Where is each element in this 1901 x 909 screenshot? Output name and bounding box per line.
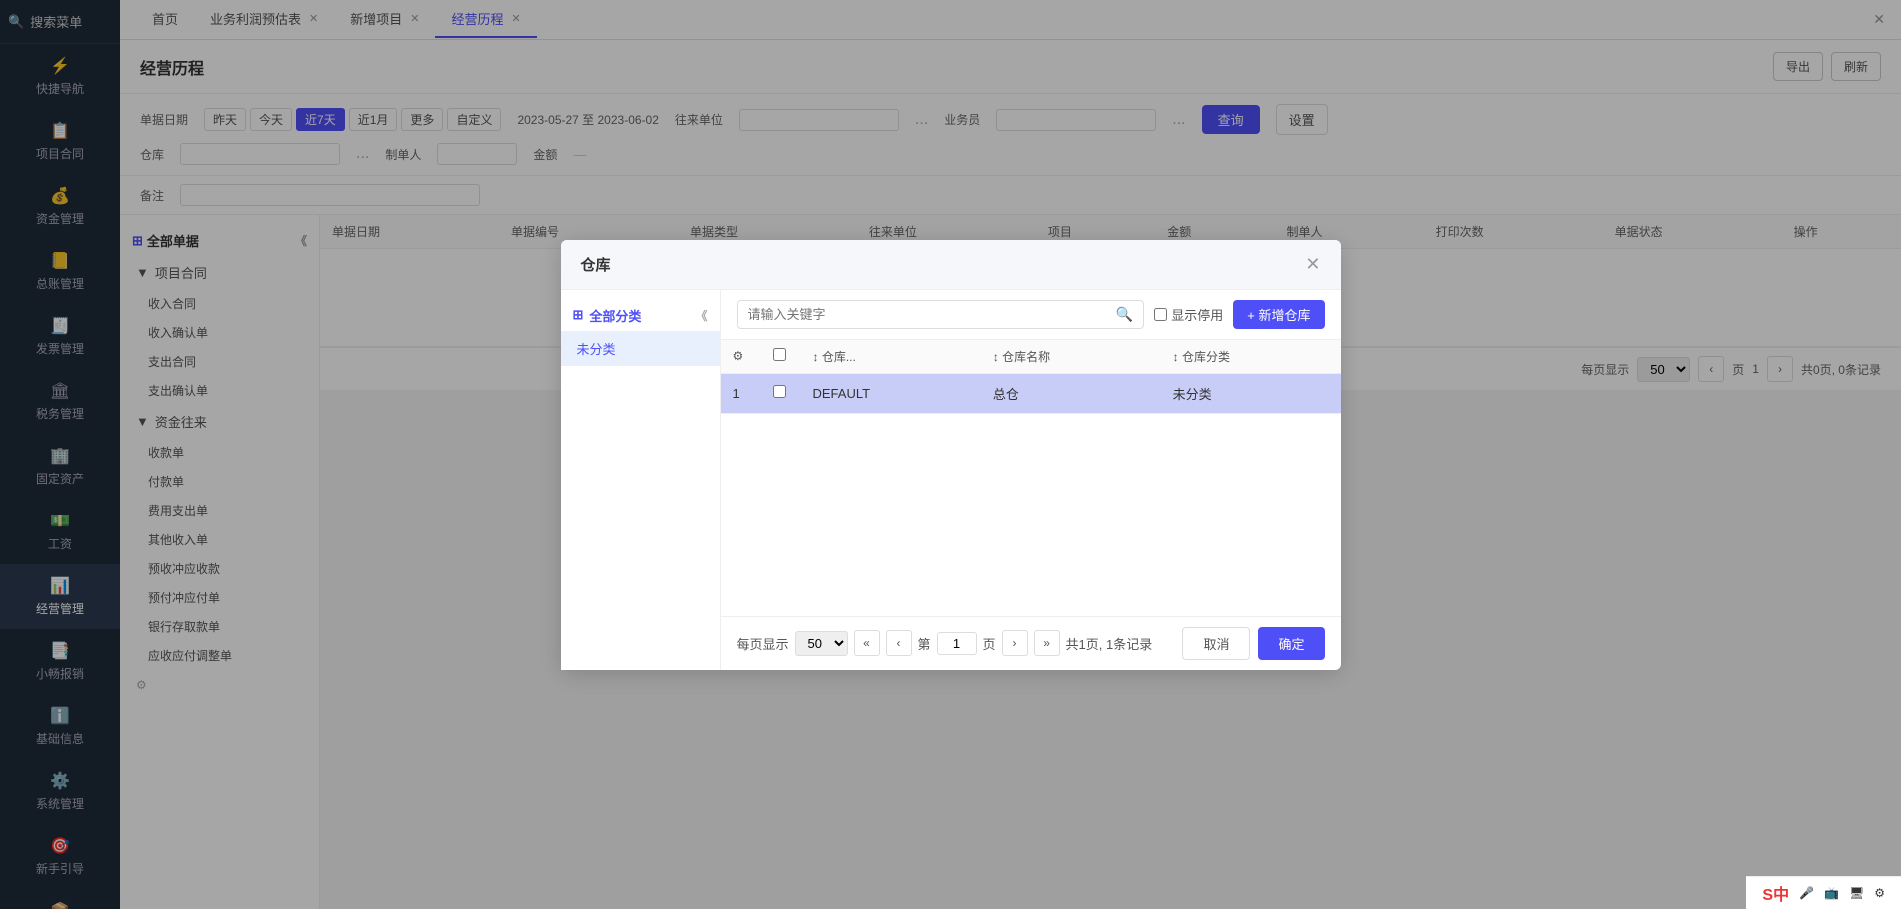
modal-first-page-btn[interactable]: « bbox=[854, 630, 880, 656]
modal-footer: 每页显示 50 « ‹ 第 页 › » 共1页, 1条记录 取消 确定 bbox=[721, 616, 1341, 670]
show-disabled-checkbox[interactable] bbox=[1154, 308, 1167, 321]
taskbar-bottom: S中 🎤 📺 🖥 ⚙ bbox=[1746, 876, 1901, 909]
taskbar-logo: S中 bbox=[1762, 881, 1789, 905]
show-disabled-checkbox-label[interactable]: 显示停用 bbox=[1154, 305, 1223, 324]
th-warehouse-code: ↕ 仓库... bbox=[801, 340, 981, 374]
modal-per-page-select[interactable]: 50 bbox=[795, 631, 848, 656]
modal-table-container: ⚙ ↕ 仓库... ↕ 仓库名称 bbox=[721, 340, 1341, 616]
taskbar-icon-mic[interactable]: 🎤 bbox=[1799, 886, 1814, 900]
cell-name: 总仓 bbox=[981, 373, 1161, 413]
modal-page-suffix: 页 bbox=[983, 634, 996, 653]
modal-prev-page-btn[interactable]: ‹ bbox=[886, 630, 912, 656]
modal-left-all-categories[interactable]: ⊞ 全部分类 《 bbox=[561, 300, 720, 331]
cell-code: DEFAULT bbox=[801, 373, 981, 413]
taskbar-icon-monitor[interactable]: 🖥 bbox=[1849, 886, 1864, 900]
select-all-checkbox[interactable] bbox=[773, 348, 786, 361]
modal-left-collapse[interactable]: 《 bbox=[695, 307, 707, 324]
cell-category: 未分类 bbox=[1161, 373, 1341, 413]
modal-search-box: 🔍 bbox=[737, 300, 1145, 329]
th-checkbox bbox=[761, 340, 801, 374]
modal-close-button[interactable]: ✕ bbox=[1305, 254, 1320, 275]
warehouse-table: ⚙ ↕ 仓库... ↕ 仓库名称 bbox=[721, 340, 1341, 414]
modal-header: 仓库 ✕ bbox=[561, 240, 1341, 290]
th-settings: ⚙ bbox=[721, 340, 761, 374]
modal-confirm-button[interactable]: 确定 bbox=[1258, 627, 1324, 660]
modal-last-page-btn[interactable]: » bbox=[1034, 630, 1060, 656]
modal-cancel-button[interactable]: 取消 bbox=[1182, 627, 1250, 660]
taskbar-icon-more[interactable]: ⚙ bbox=[1874, 886, 1885, 900]
modal-next-page-btn[interactable]: › bbox=[1002, 630, 1028, 656]
warehouse-modal: 仓库 ✕ ⊞ 全部分类 《 未分类 🔍 显示停用 bbox=[561, 240, 1341, 670]
modal-body: ⊞ 全部分类 《 未分类 🔍 显示停用 + 新增仓库 bbox=[561, 290, 1341, 670]
modal-search-button[interactable]: 🔍 bbox=[1106, 301, 1143, 328]
modal-per-page-label: 每页显示 bbox=[737, 634, 789, 653]
cell-checkbox bbox=[761, 373, 801, 413]
modal-action-buttons: 取消 确定 bbox=[1182, 627, 1324, 660]
modal-search-input[interactable] bbox=[738, 302, 1106, 327]
all-categories-label: 全部分类 bbox=[589, 306, 641, 325]
modal-page-input[interactable] bbox=[937, 632, 977, 655]
modal-page-label: 第 bbox=[918, 634, 931, 653]
grid-icon-modal: ⊞ bbox=[573, 307, 584, 323]
modal-left-item-unclassified[interactable]: 未分类 bbox=[561, 331, 720, 366]
modal-total-text: 共1页, 1条记录 bbox=[1066, 634, 1153, 653]
show-disabled-label: 显示停用 bbox=[1171, 305, 1223, 324]
cell-num: 1 bbox=[721, 373, 761, 413]
modal-toolbar: 🔍 显示停用 + 新增仓库 bbox=[721, 290, 1341, 340]
modal-pagination: 每页显示 50 « ‹ 第 页 › » 共1页, 1条记录 bbox=[737, 630, 1153, 656]
table-row[interactable]: 1 DEFAULT 总仓 未分类 bbox=[721, 373, 1341, 413]
taskbar-icon-screen[interactable]: 📺 bbox=[1824, 886, 1839, 900]
modal-title: 仓库 bbox=[581, 254, 611, 275]
th-warehouse-category: ↕ 仓库分类 bbox=[1161, 340, 1341, 374]
modal-left-panel: ⊞ 全部分类 《 未分类 bbox=[561, 290, 721, 670]
settings-col-icon[interactable]: ⚙ bbox=[733, 349, 744, 363]
modal-right-panel: 🔍 显示停用 + 新增仓库 ⚙ bbox=[721, 290, 1341, 670]
modal-table-header: ⚙ ↕ 仓库... ↕ 仓库名称 bbox=[721, 340, 1341, 374]
unclassified-label: 未分类 bbox=[577, 342, 616, 357]
add-warehouse-button[interactable]: + 新增仓库 bbox=[1233, 300, 1324, 329]
th-warehouse-name: ↕ 仓库名称 bbox=[981, 340, 1161, 374]
row-checkbox[interactable] bbox=[773, 385, 786, 398]
